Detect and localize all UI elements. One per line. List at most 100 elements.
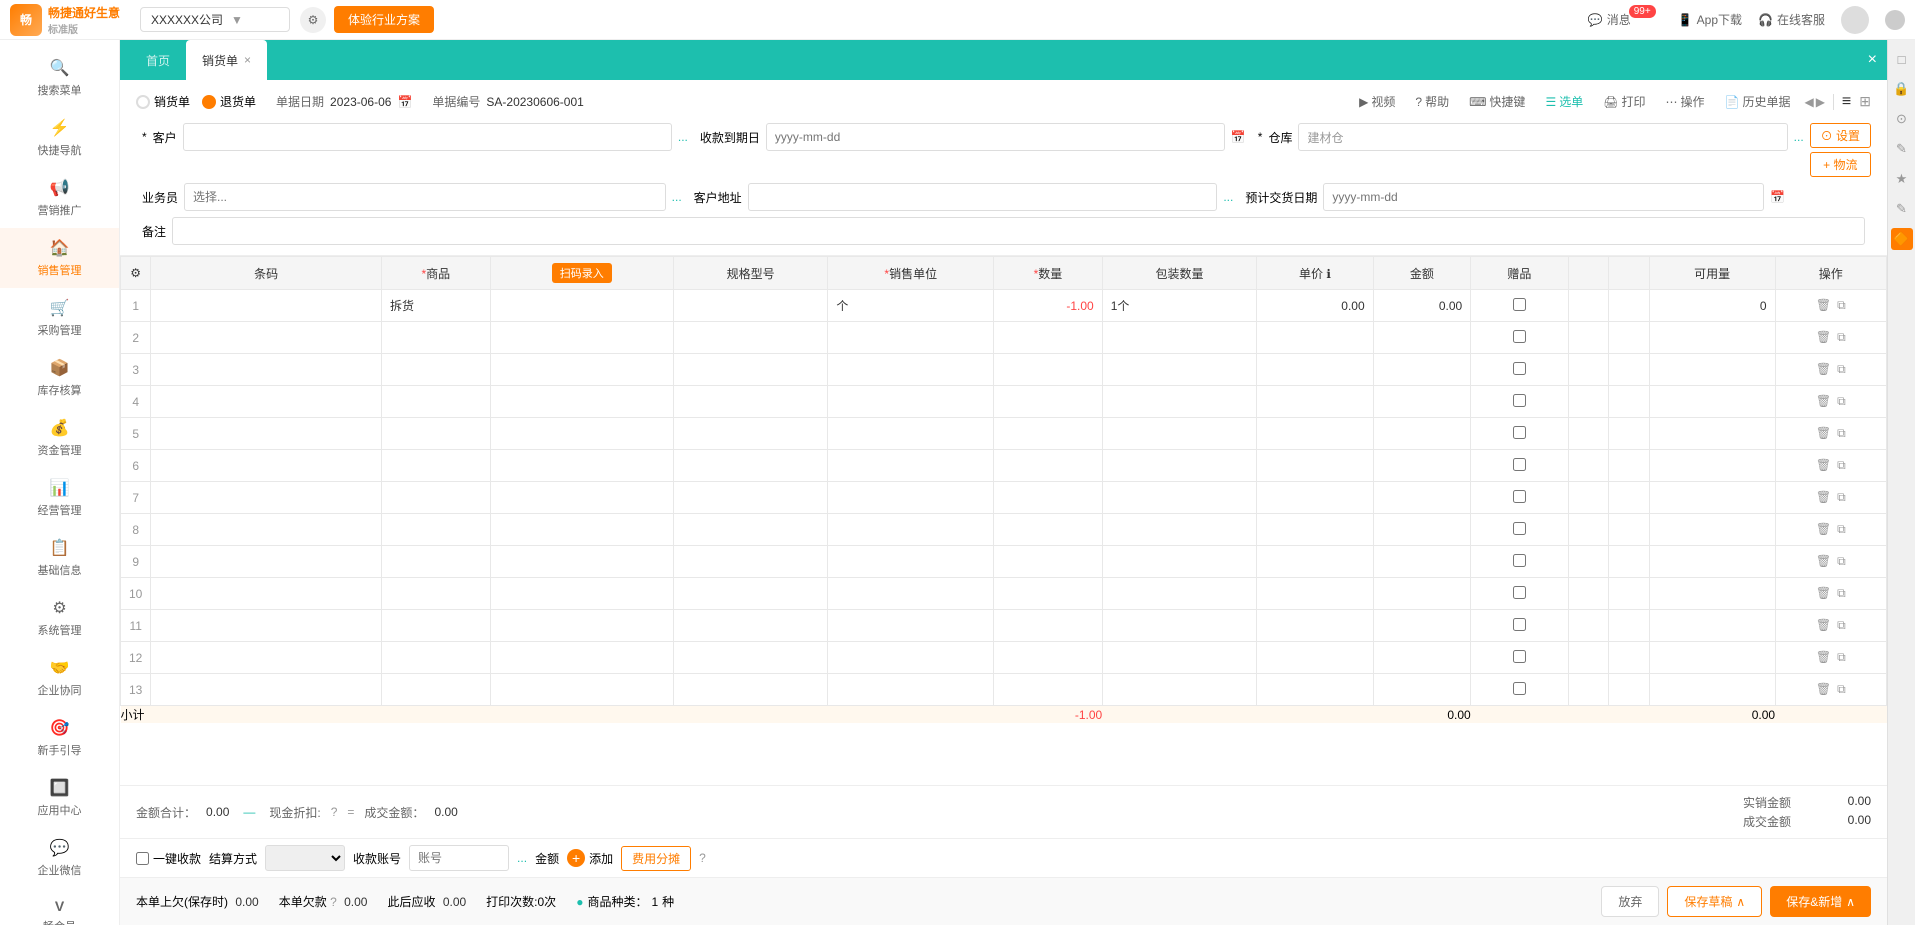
cell-product[interactable] xyxy=(382,674,491,706)
cell-pack[interactable] xyxy=(1102,546,1257,578)
cell-qty[interactable] xyxy=(994,674,1103,706)
add-payment-btn[interactable]: + xyxy=(567,849,585,867)
tab-close-icon[interactable]: × xyxy=(244,53,251,67)
right-panel-icon3[interactable]: ⊙ xyxy=(1891,108,1913,130)
settings-icon[interactable]: ⚙ xyxy=(300,7,326,33)
copy-icon[interactable]: ⧉ xyxy=(1837,650,1846,665)
cell-barcode[interactable] xyxy=(151,578,382,610)
sidebar-item-guide[interactable]: 🎯 新手引导 xyxy=(0,708,119,768)
cell-gift[interactable] xyxy=(1471,354,1569,386)
customer-input[interactable] xyxy=(183,123,672,151)
logistics-btn[interactable]: + 物流 xyxy=(1810,152,1871,177)
print-btn[interactable]: 🖨 打印 xyxy=(1597,90,1651,113)
cell-gift[interactable] xyxy=(1471,674,1569,706)
salesperson-dots-btn[interactable]: ... xyxy=(672,190,682,204)
cell-price[interactable] xyxy=(1257,610,1373,642)
cell-price[interactable] xyxy=(1257,418,1373,450)
cell-product[interactable] xyxy=(382,386,491,418)
expected-date-cal-icon[interactable]: 📅 xyxy=(1770,190,1785,204)
cell-pack[interactable] xyxy=(1102,514,1257,546)
cell-amount[interactable] xyxy=(1373,674,1471,706)
nav-next-btn[interactable]: ▶ xyxy=(1816,95,1825,109)
radio-sales[interactable]: 销货单 xyxy=(136,93,190,110)
sidebar-item-operation[interactable]: 📊 经营管理 xyxy=(0,468,119,528)
cell-gift[interactable] xyxy=(1471,578,1569,610)
cell-pack[interactable] xyxy=(1102,354,1257,386)
cell-qty[interactable] xyxy=(994,354,1103,386)
cell-pack[interactable] xyxy=(1102,674,1257,706)
sidebar-item-quick[interactable]: ⚡ 快捷导航 xyxy=(0,108,119,168)
due-date-cal-icon[interactable]: 📅 xyxy=(1231,130,1246,144)
cell-barcode[interactable] xyxy=(151,514,382,546)
cell-unit[interactable] xyxy=(828,386,994,418)
online-support-btn[interactable]: 🎧 在线客服 xyxy=(1758,11,1825,28)
cell-spec[interactable] xyxy=(673,482,828,514)
avatar2[interactable] xyxy=(1885,10,1905,30)
right-panel-icon2[interactable]: 🔒 xyxy=(1891,78,1913,100)
cell-product[interactable] xyxy=(382,514,491,546)
cell-amount[interactable] xyxy=(1373,354,1471,386)
cell-unit[interactable]: 个 xyxy=(828,290,994,322)
copy-icon[interactable]: ⧉ xyxy=(1837,362,1846,377)
cell-barcode[interactable] xyxy=(151,482,382,514)
avatar[interactable] xyxy=(1841,6,1869,34)
cell-unit[interactable] xyxy=(828,354,994,386)
cell-amount[interactable] xyxy=(1373,642,1471,674)
cell-pack[interactable] xyxy=(1102,418,1257,450)
cell-unit[interactable] xyxy=(828,450,994,482)
cell-barcode[interactable] xyxy=(151,418,382,450)
cell-qty[interactable]: -1.00 xyxy=(994,290,1103,322)
sidebar-item-apps[interactable]: 🔲 应用中心 xyxy=(0,768,119,828)
delete-icon[interactable]: 🗑 xyxy=(1816,298,1831,313)
copy-icon[interactable]: ⧉ xyxy=(1837,554,1846,569)
sidebar-item-finance[interactable]: 💰 资金管理 xyxy=(0,408,119,468)
cell-barcode[interactable] xyxy=(151,290,382,322)
salesperson-input[interactable] xyxy=(184,183,666,211)
discard-btn[interactable]: 放弃 xyxy=(1601,886,1659,917)
cell-amount[interactable] xyxy=(1373,482,1471,514)
customer-dots-btn[interactable]: ... xyxy=(678,130,688,144)
right-panel-icon7[interactable]: 🔶 xyxy=(1891,228,1913,250)
cell-barcode[interactable] xyxy=(151,642,382,674)
cell-product[interactable]: 拆货 xyxy=(382,290,491,322)
cell-qty[interactable] xyxy=(994,514,1103,546)
copy-icon[interactable]: ⧉ xyxy=(1837,330,1846,345)
delete-icon[interactable]: 🗑 xyxy=(1816,490,1831,505)
cell-unit[interactable] xyxy=(828,642,994,674)
cell-pack[interactable] xyxy=(1102,610,1257,642)
cell-price[interactable] xyxy=(1257,354,1373,386)
copy-icon[interactable]: ⧉ xyxy=(1837,426,1846,441)
cell-qty[interactable] xyxy=(994,418,1103,450)
cell-spec[interactable] xyxy=(673,386,828,418)
one-click-checkbox[interactable] xyxy=(136,852,149,865)
copy-icon[interactable]: ⧉ xyxy=(1837,618,1846,633)
nav-prev-btn[interactable]: ◀ xyxy=(1804,95,1813,109)
cell-barcode[interactable] xyxy=(151,386,382,418)
settings-btn[interactable]: ⊙ 设置 xyxy=(1810,123,1871,148)
cell-barcode[interactable] xyxy=(151,674,382,706)
delete-icon[interactable]: 🗑 xyxy=(1816,394,1831,409)
cell-qty[interactable] xyxy=(994,610,1103,642)
sidebar-item-wxwork[interactable]: 💬 企业微信 xyxy=(0,828,119,888)
cell-spec[interactable] xyxy=(673,578,828,610)
cell-gift[interactable] xyxy=(1471,642,1569,674)
cell-pack[interactable] xyxy=(1102,386,1257,418)
cell-price[interactable] xyxy=(1257,386,1373,418)
sidebar-item-sales[interactable]: 🏠 销售管理 xyxy=(0,228,119,288)
cell-unit[interactable] xyxy=(828,418,994,450)
cell-barcode[interactable] xyxy=(151,546,382,578)
cell-spec[interactable] xyxy=(673,610,828,642)
cell-amount[interactable] xyxy=(1373,610,1471,642)
cell-spec[interactable] xyxy=(673,290,828,322)
cell-pack[interactable] xyxy=(1102,482,1257,514)
cell-qty[interactable] xyxy=(994,482,1103,514)
one-click-payment[interactable]: 一键收款 xyxy=(136,850,201,867)
tab-home[interactable]: 首页 xyxy=(130,40,186,80)
cell-product[interactable] xyxy=(382,418,491,450)
sidebar-item-collab[interactable]: 🤝 企业协同 xyxy=(0,648,119,708)
delete-icon[interactable]: 🗑 xyxy=(1816,458,1831,473)
calc-method-select[interactable] xyxy=(265,845,345,871)
cell-barcode[interactable] xyxy=(151,322,382,354)
message-btn[interactable]: 💬 消息 99+ xyxy=(1588,11,1662,28)
delete-icon[interactable]: 🗑 xyxy=(1816,426,1831,441)
